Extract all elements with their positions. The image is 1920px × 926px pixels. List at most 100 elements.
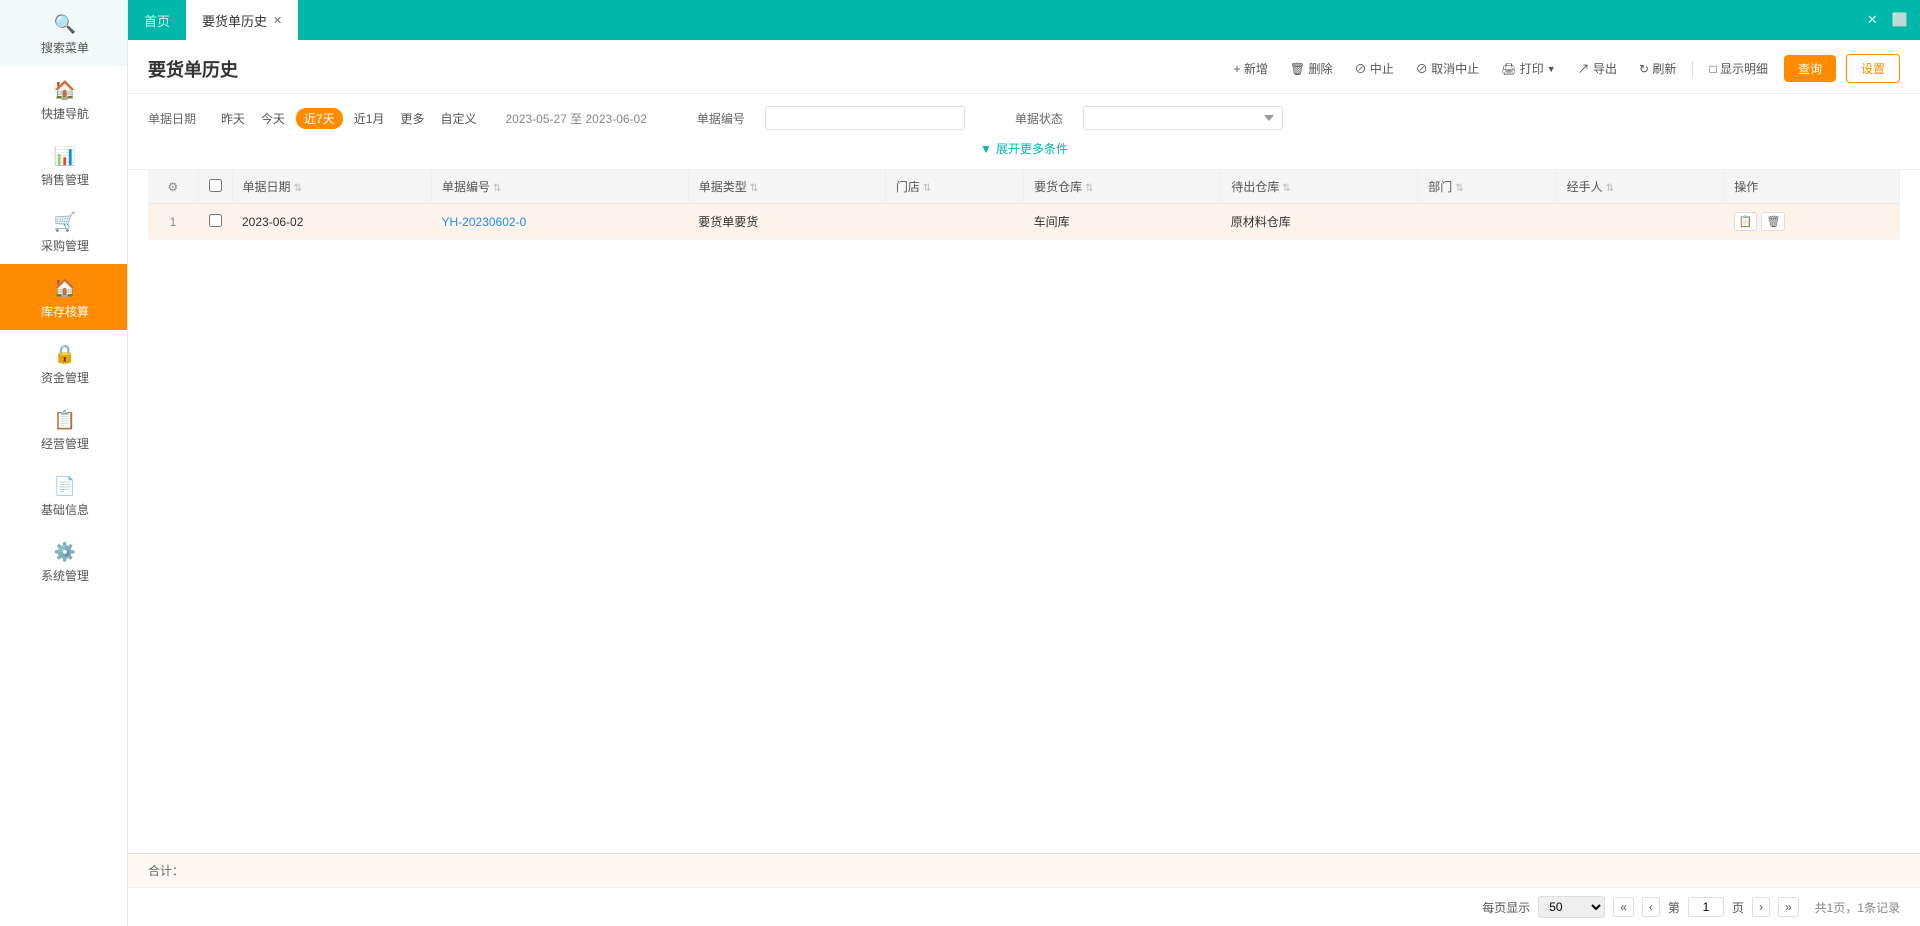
cancel-stop-button[interactable]: ⊘ 取消中止 [1410,56,1485,81]
sidebar-item-sales-mgmt[interactable]: 📊 销售管理 [0,132,127,198]
finance-mgmt-icon: 🔒 [54,344,76,365]
page-content: 要货单历史 + 新增 🗑 删除 ⊘ 中止 ⊘ 取消中止 🖨 打印 ▼ [128,40,1920,926]
maximize-window-icon[interactable]: ⬜ [1892,12,1908,28]
refresh-button[interactable]: ↻ 刷新 [1633,56,1682,81]
sidebar-item-operations-mgmt[interactable]: 📋 经营管理 [0,396,127,462]
sidebar-item-finance-mgmt[interactable]: 🔒 资金管理 [0,330,127,396]
sort-pending-warehouse-icon: ⇅ [1282,183,1290,194]
sidebar: 🔍 搜索菜单 🏠 快捷导航 📊 销售管理 🛒 采购管理 🏠 库存核算 🔒 资金管… [0,0,128,926]
sort-doc-type-icon: ⇅ [750,183,758,194]
page-size-select[interactable]: 20 50 100 [1538,896,1605,918]
cell-req-warehouse: 车间库 [1024,204,1221,240]
stop-button[interactable]: ⊘ 中止 [1348,56,1399,81]
table-footer: 合计： [128,853,1920,887]
sidebar-item-quick-nav[interactable]: 🏠 快捷导航 [0,66,127,132]
row-edit-button[interactable]: 📋 [1734,212,1758,231]
tab-requisition-history[interactable]: 要货单历史 ✕ [186,0,298,40]
date-btn-7days[interactable]: 近7天 [296,108,343,129]
close-window-icon[interactable]: ✕ [1867,12,1878,28]
doc-number-input[interactable] [765,106,965,130]
sidebar-item-system-mgmt[interactable]: ⚙️ 系统管理 [0,528,127,594]
sidebar-item-label-basic-info: 基础信息 [41,501,89,518]
select-all-checkbox[interactable] [209,179,222,192]
search-menu-icon: 🔍 [54,14,76,35]
column-settings-icon[interactable]: ⚙ [167,180,178,194]
toolbar-divider [1692,61,1693,77]
sidebar-item-label-finance-mgmt: 资金管理 [41,369,89,386]
page-title: 要货单历史 [148,56,238,82]
sidebar-item-label-quick-nav: 快捷导航 [41,105,89,122]
tab-home[interactable]: 首页 [128,0,186,40]
quick-nav-icon: 🏠 [54,80,76,101]
filter-date-range: 2023-05-27 至 2023-06-02 [505,110,646,127]
cell-department [1418,204,1556,240]
page-number-input[interactable] [1688,897,1724,917]
sort-doc-number-icon: ⇅ [493,183,501,194]
sidebar-item-label-purchase-mgmt: 采购管理 [41,237,89,254]
inventory-icon: 🏠 [54,278,76,299]
date-btn-more[interactable]: 更多 [395,108,429,129]
col-req-warehouse[interactable]: 要货仓库⇅ [1024,170,1221,204]
table-row: 1 2023-06-02 YH-20230602-0 要货单要货 车间库 原材料… [148,204,1900,240]
col-pending-warehouse[interactable]: 待出仓库⇅ [1221,170,1418,204]
last-page-button[interactable]: » [1778,897,1799,917]
sidebar-item-label-search-menu: 搜索菜单 [41,39,89,56]
date-btn-yesterday[interactable]: 昨天 [216,108,250,129]
col-doc-type[interactable]: 单据类型⇅ [688,170,885,204]
date-btn-today[interactable]: 今天 [256,108,290,129]
display-detail-button[interactable]: □ 显示明细 [1703,56,1774,81]
col-handler[interactable]: 经手人⇅ [1556,170,1724,204]
date-btn-1month[interactable]: 近1月 [349,108,390,129]
col-store[interactable]: 门店⇅ [885,170,1023,204]
expand-more-btn[interactable]: ▼ 展开更多条件 [148,136,1900,161]
filter-row-1: 单据日期 昨天 今天 近7天 近1月 更多 自定义 2023-05-27 至 2… [148,106,1900,130]
settings-button[interactable]: 设置 [1846,54,1900,83]
col-doc-number[interactable]: 单据编号⇅ [432,170,689,204]
tab-close-icon[interactable]: ✕ [273,14,282,27]
sort-doc-date-icon: ⇅ [294,183,302,194]
cell-doc-date: 2023-06-02 [232,204,432,240]
new-button[interactable]: + 新增 [1228,56,1274,81]
date-btn-custom[interactable]: 自定义 [435,108,481,129]
sidebar-item-purchase-mgmt[interactable]: 🛒 采购管理 [0,198,127,264]
col-settings[interactable]: ⚙ [148,170,198,204]
system-mgmt-icon: ⚙️ [54,542,76,563]
sort-department-icon: ⇅ [1455,183,1463,194]
top-nav: 首页 要货单历史 ✕ ✕ ⬜ [128,0,1920,40]
cell-doc-type: 要货单要货 [688,204,885,240]
export-button[interactable]: ↗ 导出 [1572,56,1623,81]
print-button[interactable]: 🖨 打印 ▼ [1495,56,1562,81]
delete-button[interactable]: 🗑 删除 [1284,56,1339,81]
purchase-mgmt-icon: 🛒 [54,212,76,233]
sidebar-item-basic-info[interactable]: 📄 基础信息 [0,462,127,528]
top-nav-right: ✕ ⬜ [1867,12,1920,28]
page-size-label: 每页显示 [1482,899,1530,916]
cell-handler [1556,204,1724,240]
first-page-button[interactable]: « [1613,897,1634,917]
cell-pending-warehouse: 原材料仓库 [1221,204,1418,240]
prev-page-button[interactable]: ‹ [1642,897,1660,917]
sidebar-item-label-operations-mgmt: 经营管理 [41,435,89,452]
col-doc-date[interactable]: 单据日期⇅ [232,170,432,204]
total-info: 共1页，1条记录 [1815,899,1900,916]
row-delete-button[interactable]: 🗑 [1761,212,1785,231]
page-unit: 页 [1732,899,1744,916]
sidebar-item-inventory[interactable]: 🏠 库存核算 [0,264,127,330]
sidebar-item-label-inventory: 库存核算 [41,303,89,320]
col-department[interactable]: 部门⇅ [1418,170,1556,204]
cell-doc-number[interactable]: YH-20230602-0 [432,204,689,240]
basic-info-icon: 📄 [54,476,76,497]
sidebar-item-label-system-mgmt: 系统管理 [41,567,89,584]
cell-checkbox[interactable] [198,204,232,240]
table-body: 1 2023-06-02 YH-20230602-0 要货单要货 车间库 原材料… [148,204,1900,240]
toolbar: + 新增 🗑 删除 ⊘ 中止 ⊘ 取消中止 🖨 打印 ▼ ↗ 导出 [1228,54,1900,83]
print-dropdown-icon: ▼ [1547,64,1556,74]
query-button[interactable]: 查询 [1784,55,1836,82]
next-page-button[interactable]: › [1752,897,1770,917]
cell-store [885,204,1023,240]
sidebar-item-search-menu[interactable]: 🔍 搜索菜单 [0,0,127,66]
doc-status-select[interactable] [1083,106,1283,130]
main-area: 首页 要货单历史 ✕ ✕ ⬜ 要货单历史 + 新增 🗑 删除 ⊘ 中止 [128,0,1920,926]
pagination: 每页显示 20 50 100 « ‹ 第 页 › » 共1页，1条记录 [128,887,1920,926]
cell-operation: 📋 🗑 [1724,204,1900,240]
